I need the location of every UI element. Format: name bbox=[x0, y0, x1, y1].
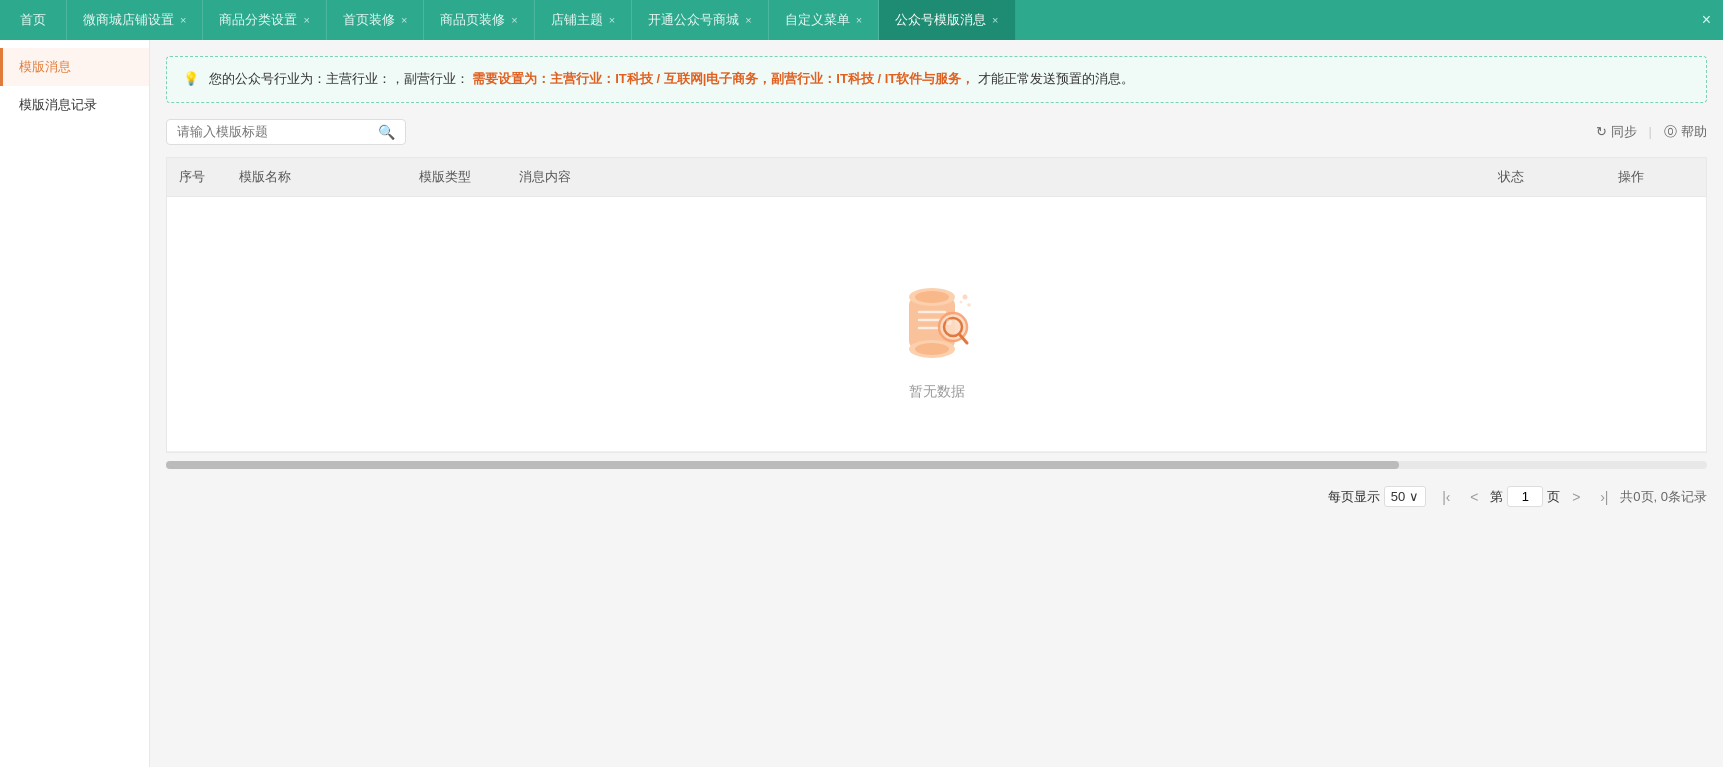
help-icon: ⓪ bbox=[1664, 123, 1677, 141]
sidebar-item-record[interactable]: 模版消息记录 bbox=[0, 86, 149, 124]
col-header-action: 操作 bbox=[1606, 158, 1706, 197]
tab-homepage[interactable]: 首页装修 × bbox=[327, 0, 424, 40]
svg-point-12 bbox=[946, 319, 952, 325]
tab-theme-label: 店铺主题 bbox=[551, 11, 603, 29]
table-header-row: 序号 模版名称 模版类型 消息内容 状态 bbox=[167, 158, 1706, 197]
close-all-button[interactable]: × bbox=[1690, 11, 1723, 29]
page-size-value: 50 bbox=[1391, 489, 1405, 504]
sync-button[interactable]: ↻ 同步 bbox=[1596, 123, 1637, 141]
empty-text: 暂无数据 bbox=[909, 383, 965, 401]
svg-point-5 bbox=[915, 343, 949, 355]
first-page-button[interactable]: |‹ bbox=[1434, 485, 1458, 509]
tab-category-close[interactable]: × bbox=[303, 14, 309, 26]
data-table: 序号 模版名称 模版类型 消息内容 状态 bbox=[167, 158, 1706, 452]
pagination: 每页显示 50 ∨ |‹ < 第 页 > ›| 共0页, 0条记录 bbox=[166, 477, 1707, 517]
col-header-type: 模版类型 bbox=[407, 158, 507, 197]
tab-home-label: 首页 bbox=[20, 11, 46, 29]
page-navigation: |‹ < 第 页 > ›| 共0页, 0条记录 bbox=[1434, 485, 1707, 509]
page-size-label: 每页显示 bbox=[1328, 488, 1380, 506]
search-bar: 🔍 ↻ 同步 | ⓪ 帮助 bbox=[166, 119, 1707, 145]
page-size-chevron-icon: ∨ bbox=[1409, 489, 1419, 504]
page-total: 共0页, 0条记录 bbox=[1620, 488, 1707, 506]
tab-openshop[interactable]: 开通公众号商城 × bbox=[632, 0, 768, 40]
last-page-button[interactable]: ›| bbox=[1592, 485, 1616, 509]
col-header-name: 模版名称 bbox=[227, 158, 407, 197]
search-icon[interactable]: 🔍 bbox=[378, 124, 395, 140]
page-label: 第 bbox=[1490, 488, 1503, 506]
tab-openshop-close[interactable]: × bbox=[745, 14, 751, 26]
col-header-content: 消息内容 bbox=[507, 158, 1486, 197]
page-unit: 页 bbox=[1547, 488, 1560, 506]
notice-banner: 💡 您的公众号行业为：主营行业：，副营行业： 需要设置为：主营行业：IT科技 /… bbox=[166, 56, 1707, 103]
tab-productpage-close[interactable]: × bbox=[511, 14, 517, 26]
svg-point-14 bbox=[967, 303, 971, 307]
tab-category-label: 商品分类设置 bbox=[219, 11, 297, 29]
tab-theme[interactable]: 店铺主题 × bbox=[535, 0, 632, 40]
notice-highlight: 需要设置为：主营行业：IT科技 / 互联网|电子商务，副营行业：IT科技 / I… bbox=[472, 71, 974, 86]
tab-theme-close[interactable]: × bbox=[609, 14, 615, 26]
tab-homepage-close[interactable]: × bbox=[401, 14, 407, 26]
sync-label: 同步 bbox=[1611, 123, 1637, 141]
sidebar-item-template-label: 模版消息 bbox=[19, 59, 71, 74]
col-header-status: 状态 bbox=[1486, 158, 1606, 197]
svg-point-3 bbox=[915, 291, 949, 303]
tab-templatemsg-close[interactable]: × bbox=[992, 14, 998, 26]
empty-illustration bbox=[887, 267, 987, 367]
search-input-wrapper[interactable]: 🔍 bbox=[166, 119, 406, 145]
search-right-actions: ↻ 同步 | ⓪ 帮助 bbox=[1596, 123, 1707, 141]
page-number-input[interactable] bbox=[1507, 486, 1543, 507]
sidebar-item-template[interactable]: 模版消息 bbox=[0, 48, 149, 86]
prev-page-button[interactable]: < bbox=[1462, 485, 1486, 509]
tab-templatemsg[interactable]: 公众号模版消息 × bbox=[879, 0, 1015, 40]
sync-icon: ↻ bbox=[1596, 124, 1607, 139]
tab-custommenu[interactable]: 自定义菜单 × bbox=[769, 0, 879, 40]
search-input[interactable] bbox=[177, 124, 378, 139]
notice-prefix: 您的公众号行业为：主营行业：，副营行业： bbox=[209, 71, 469, 86]
tab-weshop[interactable]: 微商城店铺设置 × bbox=[67, 0, 203, 40]
tab-weshop-close[interactable]: × bbox=[180, 14, 186, 26]
table-container: 序号 模版名称 模版类型 消息内容 状态 bbox=[166, 157, 1707, 453]
tab-custommenu-label: 自定义菜单 bbox=[785, 11, 850, 29]
page-size-selector: 每页显示 50 ∨ bbox=[1328, 486, 1426, 507]
sidebar: 模版消息 模版消息记录 bbox=[0, 40, 150, 767]
tab-home[interactable]: 首页 bbox=[0, 0, 67, 40]
content-area: 💡 您的公众号行业为：主营行业：，副营行业： 需要设置为：主营行业：IT科技 /… bbox=[150, 40, 1723, 767]
help-button[interactable]: ⓪ 帮助 bbox=[1664, 123, 1707, 141]
tab-productpage[interactable]: 商品页装修 × bbox=[424, 0, 534, 40]
svg-point-15 bbox=[959, 300, 962, 303]
notice-suffix: 才能正常发送预置的消息。 bbox=[978, 71, 1134, 86]
tab-openshop-label: 开通公众号商城 bbox=[648, 11, 739, 29]
svg-point-13 bbox=[962, 294, 967, 299]
tab-bar: 首页 微商城店铺设置 × 商品分类设置 × 首页装修 × 商品页装修 × 店铺主… bbox=[0, 0, 1723, 40]
divider: | bbox=[1649, 124, 1652, 139]
notice-icon: 💡 bbox=[183, 71, 199, 86]
sidebar-item-record-label: 模版消息记录 bbox=[19, 97, 97, 112]
main-layout: 模版消息 模版消息记录 💡 您的公众号行业为：主营行业：，副营行业： 需要设置为… bbox=[0, 40, 1723, 767]
tab-productpage-label: 商品页装修 bbox=[440, 11, 505, 29]
tab-homepage-label: 首页装修 bbox=[343, 11, 395, 29]
help-label: 帮助 bbox=[1681, 123, 1707, 141]
scrollbar-thumb[interactable] bbox=[166, 461, 1399, 469]
empty-state-row: 暂无数据 bbox=[167, 196, 1706, 451]
tab-custommenu-close[interactable]: × bbox=[856, 14, 862, 26]
horizontal-scrollbar[interactable] bbox=[166, 461, 1707, 469]
empty-state-cell: 暂无数据 bbox=[167, 196, 1706, 451]
page-size-select-box[interactable]: 50 ∨ bbox=[1384, 486, 1426, 507]
empty-state: 暂无数据 bbox=[179, 207, 1694, 441]
col-header-no: 序号 bbox=[167, 158, 227, 197]
next-page-button[interactable]: > bbox=[1564, 485, 1588, 509]
tab-category[interactable]: 商品分类设置 × bbox=[203, 0, 326, 40]
tab-weshop-label: 微商城店铺设置 bbox=[83, 11, 174, 29]
tab-templatemsg-label: 公众号模版消息 bbox=[895, 11, 986, 29]
